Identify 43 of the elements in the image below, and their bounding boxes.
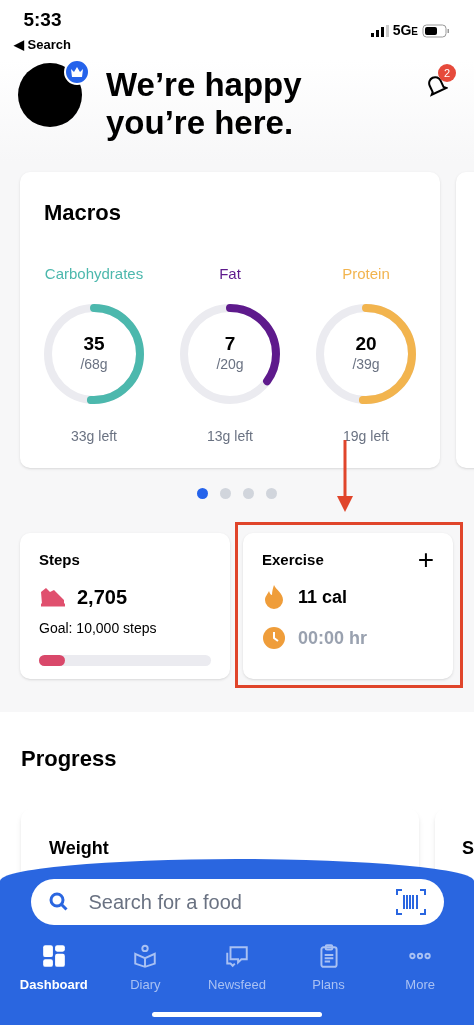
- avatar[interactable]: [18, 63, 82, 127]
- signal-icon: [370, 24, 389, 37]
- book-icon: [132, 943, 159, 969]
- back-link[interactable]: ◀ Search: [14, 34, 71, 54]
- card-title: Macros: [44, 199, 123, 227]
- macro-remaining: 33g left: [71, 426, 117, 446]
- food-search-field[interactable]: Search for a food: [30, 879, 444, 925]
- network-label: 5GE: [392, 21, 418, 40]
- macro-remaining: 19g left: [343, 426, 389, 446]
- macro-name: Protein: [342, 264, 390, 284]
- card-title: Steps: [39, 550, 81, 570]
- section-title: Progress: [20, 745, 118, 773]
- add-button[interactable]: +: [417, 550, 434, 571]
- macro-value: 35: [83, 333, 105, 354]
- macro-name: Carbohydrates: [44, 264, 144, 284]
- card-title: S: [462, 838, 474, 858]
- search-icon: [48, 892, 69, 912]
- card-title: Exercise: [262, 550, 324, 570]
- macro-total: /20g: [216, 354, 244, 374]
- steps-goal: Goal: 10,000 steps: [39, 618, 158, 638]
- exercise-card[interactable]: Exercise + 11 cal 00:00 hr: [243, 533, 453, 679]
- battery-icon: [422, 23, 450, 38]
- notification-badge: 2: [438, 64, 456, 82]
- steps-card[interactable]: Steps 2,705 Goal: 10,000 steps: [20, 533, 230, 679]
- greeting-title: We’re happy you’re here.: [106, 66, 303, 142]
- grid-icon: [40, 943, 67, 969]
- tab-item[interactable]: Dashboard: [9, 943, 98, 995]
- chat-icon: [224, 943, 250, 969]
- macro-total: /39g: [352, 354, 380, 374]
- macro-value: 20: [355, 333, 377, 354]
- exercise-duration: 00:00 hr: [298, 626, 368, 650]
- macro-name: Fat: [219, 264, 241, 284]
- clock-icon: [262, 626, 286, 650]
- steps-count: 2,705: [77, 584, 128, 610]
- barcode-scan-icon[interactable]: [395, 889, 426, 915]
- macro-value: 7: [224, 333, 236, 354]
- exercise-calories: 11 cal: [298, 585, 348, 609]
- macro-remaining: 13g left: [207, 426, 253, 446]
- card-title: Weight: [49, 838, 109, 858]
- flame-icon: [262, 584, 286, 610]
- macro-total: /68g: [80, 354, 108, 374]
- status-time: 5:33: [23, 8, 62, 32]
- sneaker-icon: [39, 585, 67, 608]
